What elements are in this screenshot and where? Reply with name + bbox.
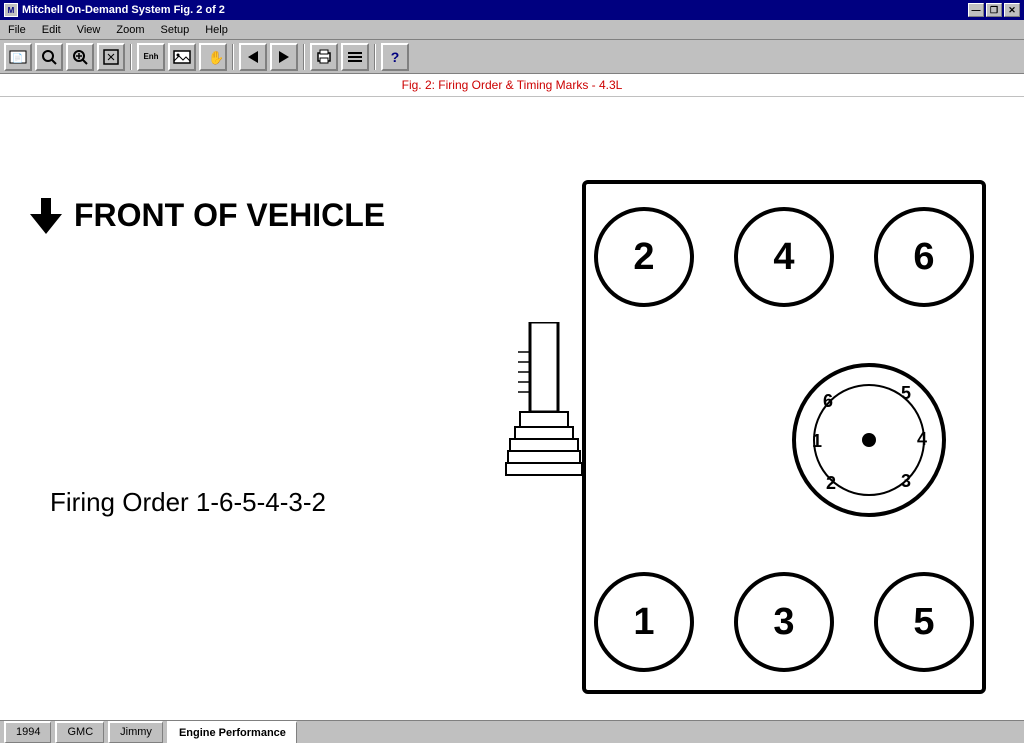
menu-edit[interactable]: Edit: [38, 22, 65, 38]
engine-diagram: 2 4 6 1 3 5 6 5: [564, 177, 984, 707]
firing-order-text: Firing Order 1-6-5-4-3-2: [50, 487, 326, 518]
svg-text:2: 2: [633, 236, 654, 278]
window-controls: — ❐ ✕: [968, 3, 1020, 17]
toolbar-print-button[interactable]: [310, 43, 338, 71]
restore-button[interactable]: ❐: [986, 3, 1002, 17]
menu-view[interactable]: View: [73, 22, 105, 38]
toolbar-zoom-in-button[interactable]: [66, 43, 94, 71]
front-of-vehicle-label: FRONT OF VEHICLE: [30, 197, 385, 234]
menu-zoom[interactable]: Zoom: [112, 22, 148, 38]
close-button[interactable]: ✕: [1004, 3, 1020, 17]
svg-text:✋: ✋: [208, 50, 222, 65]
svg-text:📄: 📄: [12, 52, 23, 63]
svg-text:1: 1: [633, 601, 654, 643]
status-tab-year[interactable]: 1994: [4, 721, 51, 743]
menu-file[interactable]: File: [4, 22, 30, 38]
main-content: FRONT OF VEHICLE Firing Order 1-6-5-4-3-…: [0, 97, 1024, 721]
front-vehicle-text: FRONT OF VEHICLE: [74, 197, 385, 234]
toolbar-search-button[interactable]: [35, 43, 63, 71]
window-title: Mitchell On-Demand System Fig. 2 of 2: [22, 4, 225, 16]
status-tab-category[interactable]: Engine Performance: [167, 721, 297, 743]
minimize-button[interactable]: —: [968, 3, 984, 17]
svg-text:4: 4: [917, 429, 927, 449]
svg-text:3: 3: [773, 601, 794, 643]
status-tab-make[interactable]: GMC: [55, 721, 104, 743]
toolbar-help-button[interactable]: ?: [381, 43, 409, 71]
front-arrow-icon: [30, 198, 62, 234]
toolbar-sep-4: [374, 44, 376, 70]
menu-help[interactable]: Help: [201, 22, 232, 38]
svg-text:4: 4: [773, 236, 794, 278]
menu-setup[interactable]: Setup: [156, 22, 193, 38]
svg-text:3: 3: [901, 471, 911, 491]
toolbar-hand-button[interactable]: ✋: [199, 43, 227, 71]
status-tab-model[interactable]: Jimmy: [108, 721, 163, 743]
toolbar-sep-3: [303, 44, 305, 70]
toolbar-prev-button[interactable]: [239, 43, 267, 71]
app-icon: M: [4, 3, 18, 17]
toolbar-sep-1: [130, 44, 132, 70]
toolbar-next-button[interactable]: [270, 43, 298, 71]
title-bar: M Mitchell On-Demand System Fig. 2 of 2 …: [0, 0, 1024, 20]
svg-text:5: 5: [901, 383, 911, 403]
toolbar-settings-button[interactable]: [341, 43, 369, 71]
svg-text:6: 6: [913, 236, 934, 278]
distributor-shaft: [490, 322, 610, 487]
menu-bar: File Edit View Zoom Setup Help: [0, 20, 1024, 40]
toolbar-sep-2: [232, 44, 234, 70]
svg-text:2: 2: [826, 473, 836, 493]
svg-text:6: 6: [823, 391, 833, 411]
toolbar: 📄 Enh ✋: [0, 40, 1024, 74]
toolbar-back-button[interactable]: 📄: [4, 43, 32, 71]
toolbar-fit-button[interactable]: [97, 43, 125, 71]
figure-title: Fig. 2: Firing Order & Timing Marks - 4.…: [0, 74, 1024, 97]
svg-text:5: 5: [913, 601, 934, 643]
toolbar-image-button[interactable]: [168, 43, 196, 71]
svg-text:1: 1: [812, 431, 822, 451]
status-bar: 1994 GMC Jimmy Engine Performance: [0, 720, 1024, 742]
toolbar-enhance-button[interactable]: Enh: [137, 43, 165, 71]
